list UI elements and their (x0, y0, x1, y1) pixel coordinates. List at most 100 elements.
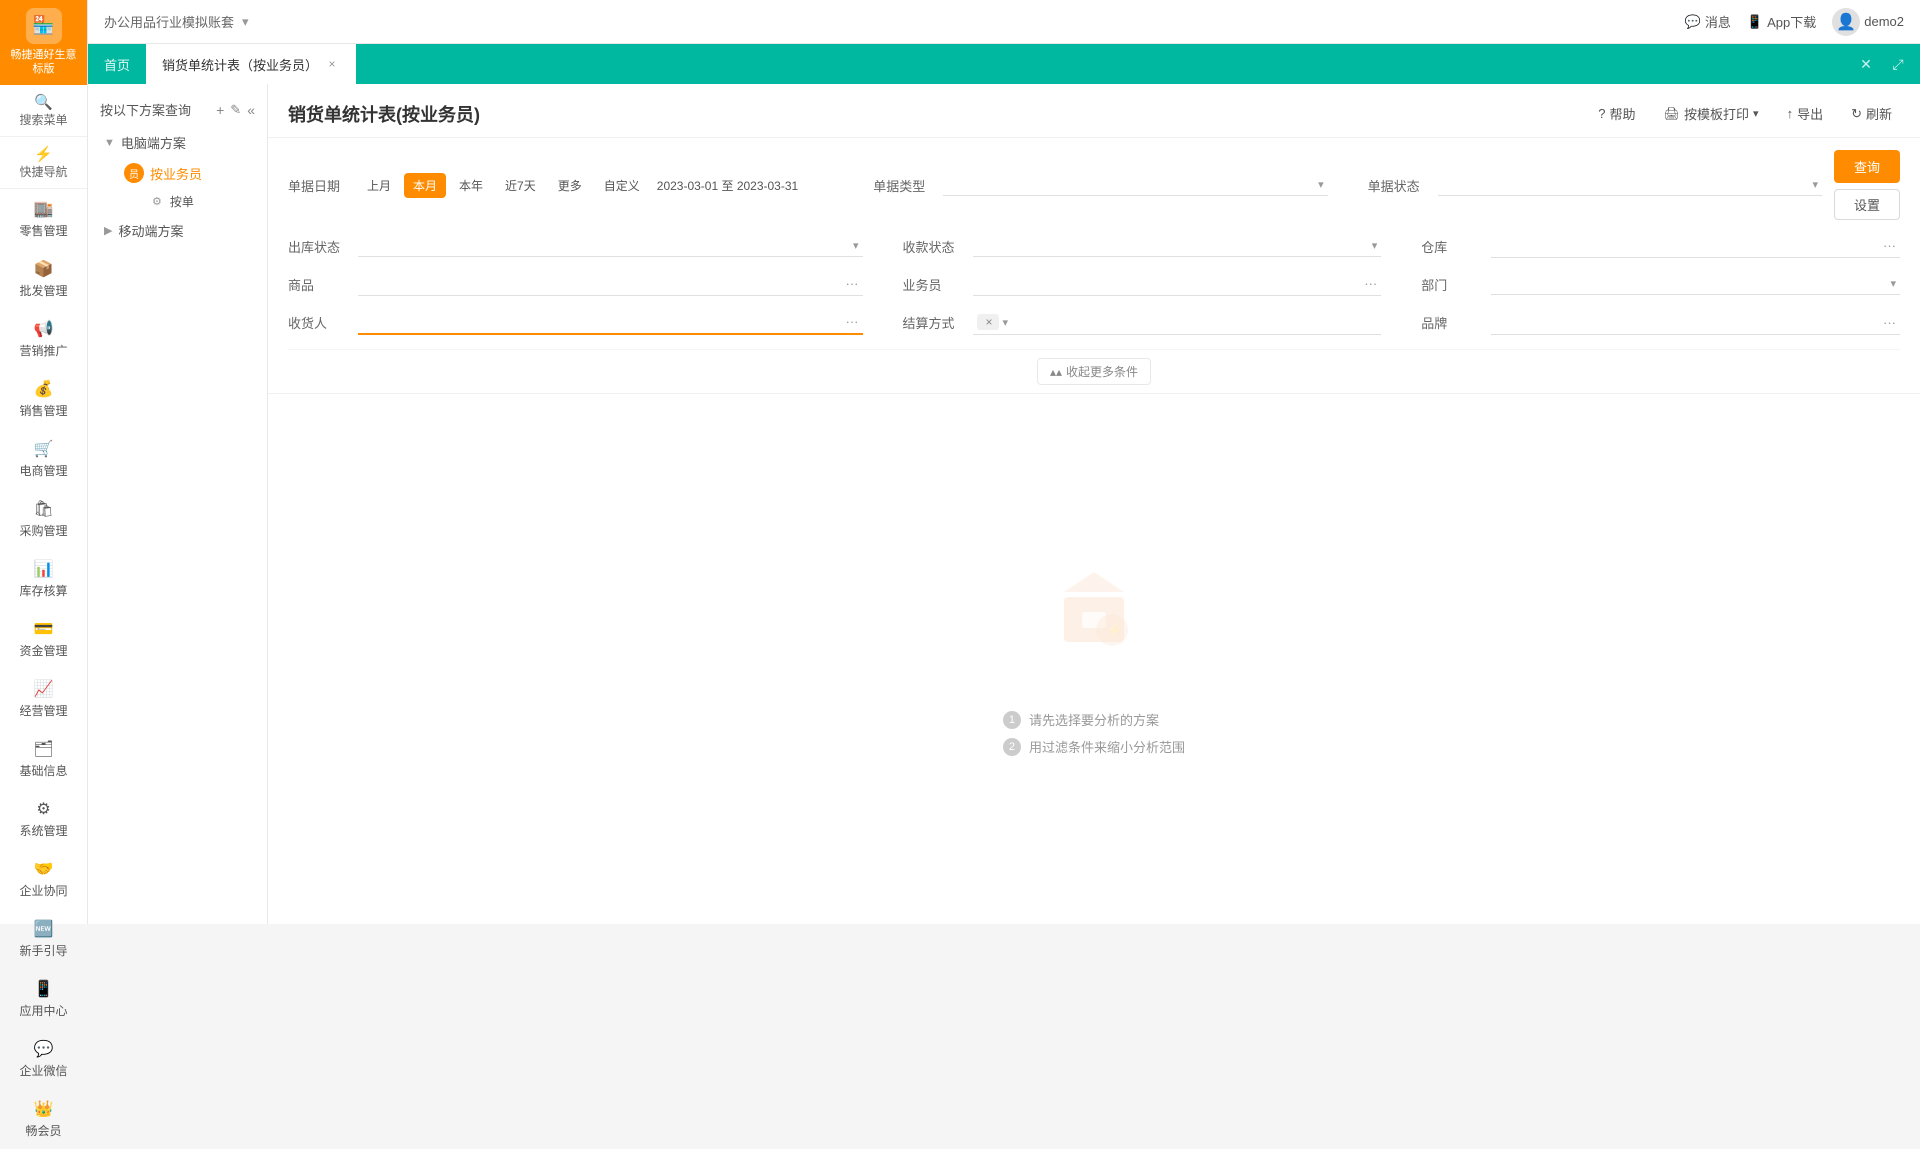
tree-mobile-arrow-icon: ▶ (104, 224, 112, 237)
page-header: 销货单统计表(按业务员) ? 帮助 🖨 按模板打印 ▾ ↑ 导出 (268, 84, 1920, 138)
sidebar-item-system[interactable]: ⚙ 系统管理 (0, 789, 87, 849)
date-btn-7days[interactable]: 近7天 (496, 173, 545, 198)
basic-icon: 🗂 (33, 739, 53, 759)
sidebar-item-marketing[interactable]: 📢 营销推广 (0, 309, 87, 369)
user-menu[interactable]: 👤 demo2 (1832, 8, 1904, 36)
settlement-tag-close[interactable]: × (986, 315, 993, 329)
date-btn-this-year[interactable]: 本年 (450, 173, 492, 198)
filter-warehouse-input[interactable]: ··· (1491, 234, 1900, 258)
filter-salesperson-label: 业务员 (903, 275, 973, 294)
filter-goods-input[interactable]: ··· (358, 272, 863, 296)
newguide-label: 新手引导 (19, 942, 67, 959)
print-btn[interactable]: 🖨 按模板打印 ▾ (1656, 100, 1767, 127)
filter-brand-label: 品牌 (1421, 313, 1491, 332)
date-btn-last-month[interactable]: 上月 (358, 173, 400, 198)
tree-child-salesperson[interactable]: 员 按业务员 (116, 158, 267, 188)
sidebar-item-retail[interactable]: 🏬 零售管理 (0, 189, 87, 249)
sidebar-item-quicknav[interactable]: ⚡ 快捷导航 (0, 137, 87, 189)
app-logo[interactable]: 🏪 畅捷通好生意 标版 (0, 0, 87, 85)
filter-docstatus-select[interactable]: ▾ (1438, 174, 1822, 196)
filter-row-3: 商品 ··· 业务员 ··· 部门 (288, 272, 1900, 296)
filter-docstatus-label: 单据状态 (1368, 176, 1438, 195)
refresh-btn[interactable]: ↻ 刷新 (1843, 100, 1900, 127)
content-area: 按以下方案查询 + ✎ « ▼ 电脑端方案 员 按业务员 ⚙ 按单 (88, 84, 1920, 924)
filter-dept-select[interactable]: ▾ (1491, 273, 1900, 295)
filter-outstatus-select[interactable]: ▾ (358, 235, 863, 257)
finance-label: 资金管理 (19, 642, 67, 659)
sidebar-item-member[interactable]: 👑 畅会员 (0, 1089, 87, 1149)
collapse-panel-btn[interactable]: « (247, 102, 255, 118)
sidebar-item-purchase[interactable]: 🛍 采购管理 (0, 489, 87, 549)
ecommerce-icon: 🛒 (34, 439, 54, 459)
filter-brand-input[interactable]: ··· (1491, 311, 1900, 335)
inventory-icon: 📊 (34, 559, 54, 579)
sidebar-item-enterprise[interactable]: 🤝 企业协同 (0, 849, 87, 909)
hint2-num: 2 (1003, 738, 1021, 756)
warehouse-dots-icon: ··· (1883, 238, 1896, 253)
tree-item-mobile[interactable]: ▶ 移动端方案 (88, 215, 267, 246)
marketing-icon: 📢 (34, 319, 54, 339)
edit-scheme-btn[interactable]: ✎ (230, 102, 241, 118)
topbar-arrow-icon[interactable]: ▾ (242, 14, 249, 30)
tab-home[interactable]: 首页 (88, 44, 146, 84)
export-btn[interactable]: ↑ 导出 (1779, 100, 1832, 127)
topbar-right: 💬 消息 📱 App下载 👤 demo2 (1685, 8, 1904, 36)
filter-consignee-input[interactable]: ··· (358, 310, 863, 335)
tab-sales-stat[interactable]: 销货单统计表（按业务员） × (146, 44, 356, 84)
tree-child-desktop: 员 按业务员 ⚙ 按单 (88, 158, 267, 215)
collapse-btn[interactable]: ▴▴ 收起更多条件 (1037, 358, 1151, 385)
purchase-icon: 🛍 (33, 499, 53, 519)
query-btn[interactable]: 查询 (1834, 150, 1900, 183)
settlement-select[interactable]: ▾ (1003, 316, 1378, 329)
wholesale-label: 批发管理 (19, 282, 67, 299)
filter-receiptstatus-select[interactable]: ▾ (973, 235, 1382, 257)
left-panel-header-icons: + ✎ « (216, 102, 255, 118)
sidebar-item-newguide[interactable]: 🆕 新手引导 (0, 909, 87, 969)
sidebar-item-appcenter[interactable]: 📱 应用中心 (0, 969, 87, 1029)
enterprise-label: 企业协同 (19, 882, 67, 899)
filter-doctype-select[interactable]: ▾ (943, 174, 1327, 196)
sidebar-item-corpwechat[interactable]: 💬 企业微信 (0, 1029, 87, 1089)
settlement-chevron-icon: ▾ (1003, 316, 1009, 329)
filter-salesperson-input[interactable]: ··· (973, 272, 1382, 296)
sidebar-item-ecommerce[interactable]: 🛒 电商管理 (0, 429, 87, 489)
setting-btn[interactable]: 设置 (1834, 189, 1900, 220)
filter-settlement-input[interactable]: × ▾ (973, 310, 1382, 335)
tree-item-desktop[interactable]: ▼ 电脑端方案 (88, 127, 267, 158)
sidebar-quicknav-label: 快捷导航 (6, 163, 81, 180)
date-btn-more[interactable]: 更多 (549, 173, 591, 198)
empty-icon: ⚡ (1044, 562, 1144, 684)
topbar: 办公用品行业模拟账套 ▾ 💬 消息 📱 App下载 👤 demo2 (88, 0, 1920, 44)
sidebar-item-finance[interactable]: 💳 资金管理 (0, 609, 87, 669)
filter-row-2: 出库状态 ▾ 收款状态 ▾ (288, 234, 1900, 258)
collapse-chevron-icon: ▴▴ (1050, 365, 1062, 379)
sidebar-item-sales[interactable]: 💰 销售管理 (0, 369, 87, 429)
export-label: 导出 (1797, 104, 1823, 123)
sidebar-item-search[interactable]: 🔍 搜索菜单 (0, 85, 87, 137)
basic-label: 基础信息 (19, 762, 67, 779)
goods-dots-icon: ··· (846, 276, 859, 291)
message-btn[interactable]: 💬 消息 (1685, 12, 1731, 31)
sidebar-item-inventory[interactable]: 📊 库存核算 (0, 549, 87, 609)
logo-text: 畅捷通好生意 标版 (4, 48, 83, 77)
app-download-btn[interactable]: 📱 App下载 (1747, 12, 1816, 31)
app-download-label: App下载 (1767, 12, 1816, 31)
tab-close-all-btn[interactable]: ✕ (1852, 50, 1880, 78)
system-icon: ⚙ (36, 799, 50, 819)
sub-item-by-doc-label: 按单 (170, 193, 194, 210)
sidebar-item-operations[interactable]: 📈 经营管理 (0, 669, 87, 729)
sub-item-by-doc[interactable]: ⚙ 按单 (116, 188, 267, 215)
tab-expand-btn[interactable]: ⤢ (1884, 50, 1912, 78)
refresh-icon: ↻ (1851, 106, 1862, 122)
filter-warehouse-label: 仓库 (1421, 237, 1491, 256)
sidebar-item-wholesale[interactable]: 📦 批发管理 (0, 249, 87, 309)
date-btn-this-month[interactable]: 本月 (404, 173, 446, 198)
tab-close-icon[interactable]: × (324, 56, 340, 72)
hint2-text: 用过滤条件来缩小分析范围 (1029, 737, 1185, 756)
sales-icon: 💰 (34, 379, 54, 399)
sidebar-item-basic[interactable]: 🗂 基础信息 (0, 729, 87, 789)
help-btn[interactable]: ? 帮助 (1590, 100, 1643, 127)
add-scheme-btn[interactable]: + (216, 102, 224, 118)
date-btn-custom[interactable]: 自定义 (595, 173, 649, 198)
page-title: 销货单统计表(按业务员) (288, 101, 480, 127)
